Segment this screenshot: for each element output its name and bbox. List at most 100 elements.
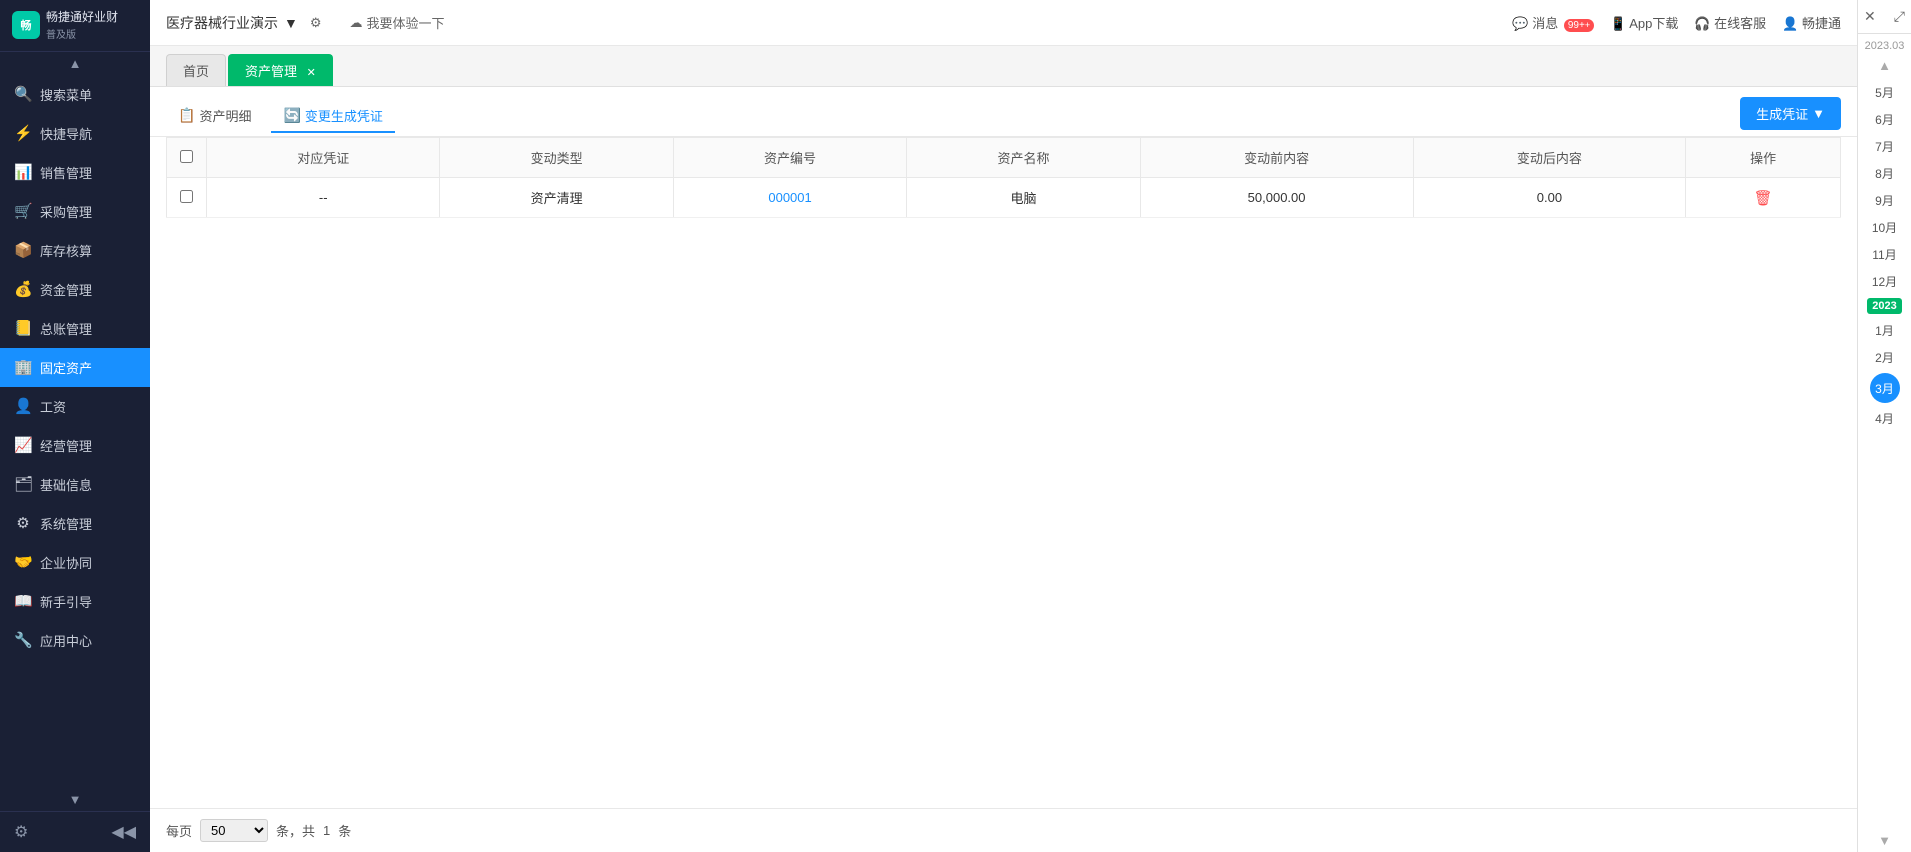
sidebar-item-label: 资金管理	[40, 280, 92, 299]
ledger-icon: 📒	[14, 319, 32, 337]
tab-asset-mgmt-label: 资产管理	[245, 64, 297, 79]
generate-voucher-button[interactable]: 生成凭证 ▼	[1740, 97, 1841, 130]
online-service-btn[interactable]: 🎧 在线客服	[1694, 13, 1766, 32]
col-asset-code: 资产编号	[673, 138, 906, 178]
side-month-12[interactable]: 12月	[1858, 268, 1911, 295]
table-row: -- 资产清理 000001 电脑 50,000.00 0.00 🗑	[167, 178, 1841, 218]
side-month-6[interactable]: 6月	[1858, 106, 1911, 133]
side-panel-year: 2023.03	[1858, 34, 1911, 54]
sub-tab-change-voucher[interactable]: 🔄 变更生成凭证	[271, 100, 394, 133]
side-panel-close-icon[interactable]: ✕	[1864, 8, 1876, 25]
change-voucher-icon: 🔄	[283, 107, 300, 124]
sidebar-item-finance[interactable]: 💰 资金管理	[0, 270, 150, 309]
company-selector[interactable]: 医疗器械行业演示 ▼	[166, 13, 298, 33]
pagination: 每页 50 10 20 100 条，共 1 条	[150, 808, 1857, 852]
sidebar-item-label: 应用中心	[40, 631, 92, 650]
per-page-select[interactable]: 50 10 20 100	[200, 819, 268, 842]
sidebar-item-label: 快捷导航	[40, 124, 92, 143]
purchase-icon: 🛒	[14, 202, 32, 220]
message-btn[interactable]: 💬 消息 99++	[1512, 13, 1594, 32]
sidebar-item-cooperation[interactable]: 🤝 企业协同	[0, 543, 150, 582]
sales-icon: 📊	[14, 163, 32, 181]
side-panel-expand-icon[interactable]: ⤢	[1894, 8, 1905, 25]
logo-sub: 普及版	[46, 26, 118, 41]
settings-icon[interactable]: ⚙	[14, 822, 28, 842]
user-avatar[interactable]: 👤 畅捷通	[1782, 13, 1841, 32]
asset-table: 对应凭证 变动类型 资产编号 资产名称 变动前内容 变动后内容 操作	[166, 137, 1841, 218]
side-month-5[interactable]: 5月	[1858, 79, 1911, 106]
sub-tab-asset-detail[interactable]: 📋 资产明细	[166, 100, 263, 133]
row-change-type: 资产清理	[440, 178, 673, 218]
tab-home[interactable]: 首页	[166, 54, 226, 86]
logo-name: 畅捷通好业财	[46, 10, 118, 26]
collapse-icon[interactable]: ◀◀	[111, 822, 136, 842]
dropdown-icon: ▼	[284, 15, 298, 31]
side-month-11[interactable]: 11月	[1858, 241, 1911, 268]
side-month-7[interactable]: 7月	[1858, 133, 1911, 160]
sub-tab-change-voucher-label: 变更生成凭证	[305, 106, 383, 125]
sidebar-item-sales[interactable]: 📊 销售管理	[0, 153, 150, 192]
side-month-9[interactable]: 9月	[1858, 187, 1911, 214]
col-before-change: 变动前内容	[1140, 138, 1413, 178]
select-all-checkbox[interactable]	[180, 150, 193, 163]
sidebar-item-quick-nav[interactable]: ⚡ 快捷导航	[0, 114, 150, 153]
row-asset-name: 电脑	[907, 178, 1140, 218]
side-panel-up-arrow[interactable]: ▲	[1858, 54, 1911, 77]
table-header-row: 对应凭证 变动类型 资产编号 资产名称 变动前内容 变动后内容 操作	[167, 138, 1841, 178]
row-checkbox-cell	[167, 178, 207, 218]
side-panel-down-arrow[interactable]: ▼	[1858, 829, 1911, 852]
per-page-label: 每页	[166, 821, 192, 840]
tab-close-icon[interactable]: ✕	[307, 67, 316, 79]
sidebar-item-guide[interactable]: 📖 新手引导	[0, 582, 150, 621]
app-download-btn[interactable]: 📱 App下载	[1610, 13, 1678, 32]
settings-gear-icon[interactable]: ⚙	[310, 15, 322, 31]
hint-text: 我要体验一下	[367, 13, 445, 32]
sidebar-item-label: 固定资产	[40, 358, 92, 377]
year-marker-row: 2023	[1858, 295, 1911, 317]
sidebar-bottom: ⚙ ◀◀	[0, 811, 150, 852]
side-months-list: 5月 6月 7月 8月 9月 10月 11月 12月 2023 1月 2月 3月…	[1858, 77, 1911, 829]
sidebar-item-system[interactable]: ⚙ 系统管理	[0, 504, 150, 543]
sidebar-item-search[interactable]: 🔍 搜索菜单	[0, 75, 150, 114]
tab-home-label: 首页	[183, 64, 209, 79]
sidebar-nav: 🔍 搜索菜单 ⚡ 快捷导航 📊 销售管理 🛒 采购管理 📦 库存核算 💰 资金管…	[0, 75, 150, 788]
side-panel-header: ✕ ⤢	[1858, 0, 1911, 34]
sidebar-item-purchase[interactable]: 🛒 采购管理	[0, 192, 150, 231]
search-icon: 🔍	[14, 85, 32, 103]
sidebar-item-app-center[interactable]: 🔧 应用中心	[0, 621, 150, 660]
table-area: 对应凭证 变动类型 资产编号 资产名称 变动前内容 变动后内容 操作	[150, 137, 1857, 808]
sidebar-item-label: 经营管理	[40, 436, 92, 455]
guide-icon: 📖	[14, 592, 32, 610]
company-name: 医疗器械行业演示	[166, 13, 278, 33]
hint-area[interactable]: ☁ 我要体验一下	[350, 13, 445, 32]
sidebar-item-fixed-assets[interactable]: 🏢 固定资产	[0, 348, 150, 387]
sidebar-item-basic-info[interactable]: 🗂 基础信息	[0, 465, 150, 504]
sidebar-item-ledger[interactable]: 📒 总账管理	[0, 309, 150, 348]
side-month-3-current[interactable]: 3月	[1870, 373, 1900, 403]
sidebar-item-inventory[interactable]: 📦 库存核算	[0, 231, 150, 270]
side-month-1[interactable]: 1月	[1858, 317, 1911, 344]
side-month-8[interactable]: 8月	[1858, 160, 1911, 187]
total-prefix: 条，共	[276, 821, 315, 840]
sub-tabs: 📋 资产明细 🔄 变更生成凭证 生成凭证 ▼	[150, 87, 1857, 137]
system-icon: ⚙	[14, 514, 32, 532]
row-checkbox[interactable]	[180, 190, 193, 203]
logo-area: 畅 畅捷通好业财 普及版	[0, 0, 150, 52]
side-month-2[interactable]: 2月	[1858, 344, 1911, 371]
row-asset-code: 000001	[673, 178, 906, 218]
delete-icon[interactable]: 🗑	[1754, 190, 1773, 207]
generate-dropdown-icon: ▼	[1812, 106, 1825, 121]
sidebar-item-operations[interactable]: 📈 经营管理	[0, 426, 150, 465]
side-month-10[interactable]: 10月	[1858, 214, 1911, 241]
app-center-icon: 🔧	[14, 631, 32, 649]
sidebar-item-label: 新手引导	[40, 592, 92, 611]
sidebar-item-label: 企业协同	[40, 553, 92, 572]
sidebar-item-label: 搜索菜单	[40, 85, 92, 104]
sidebar-item-payroll[interactable]: 👤 工资	[0, 387, 150, 426]
tab-asset-mgmt[interactable]: 资产管理 ✕	[228, 54, 333, 86]
cooperation-icon: 🤝	[14, 553, 32, 571]
col-action: 操作	[1686, 138, 1841, 178]
sidebar-scroll-up[interactable]: ▲	[0, 52, 150, 75]
sidebar-scroll-down[interactable]: ▼	[0, 788, 150, 811]
side-month-4[interactable]: 4月	[1858, 405, 1911, 432]
